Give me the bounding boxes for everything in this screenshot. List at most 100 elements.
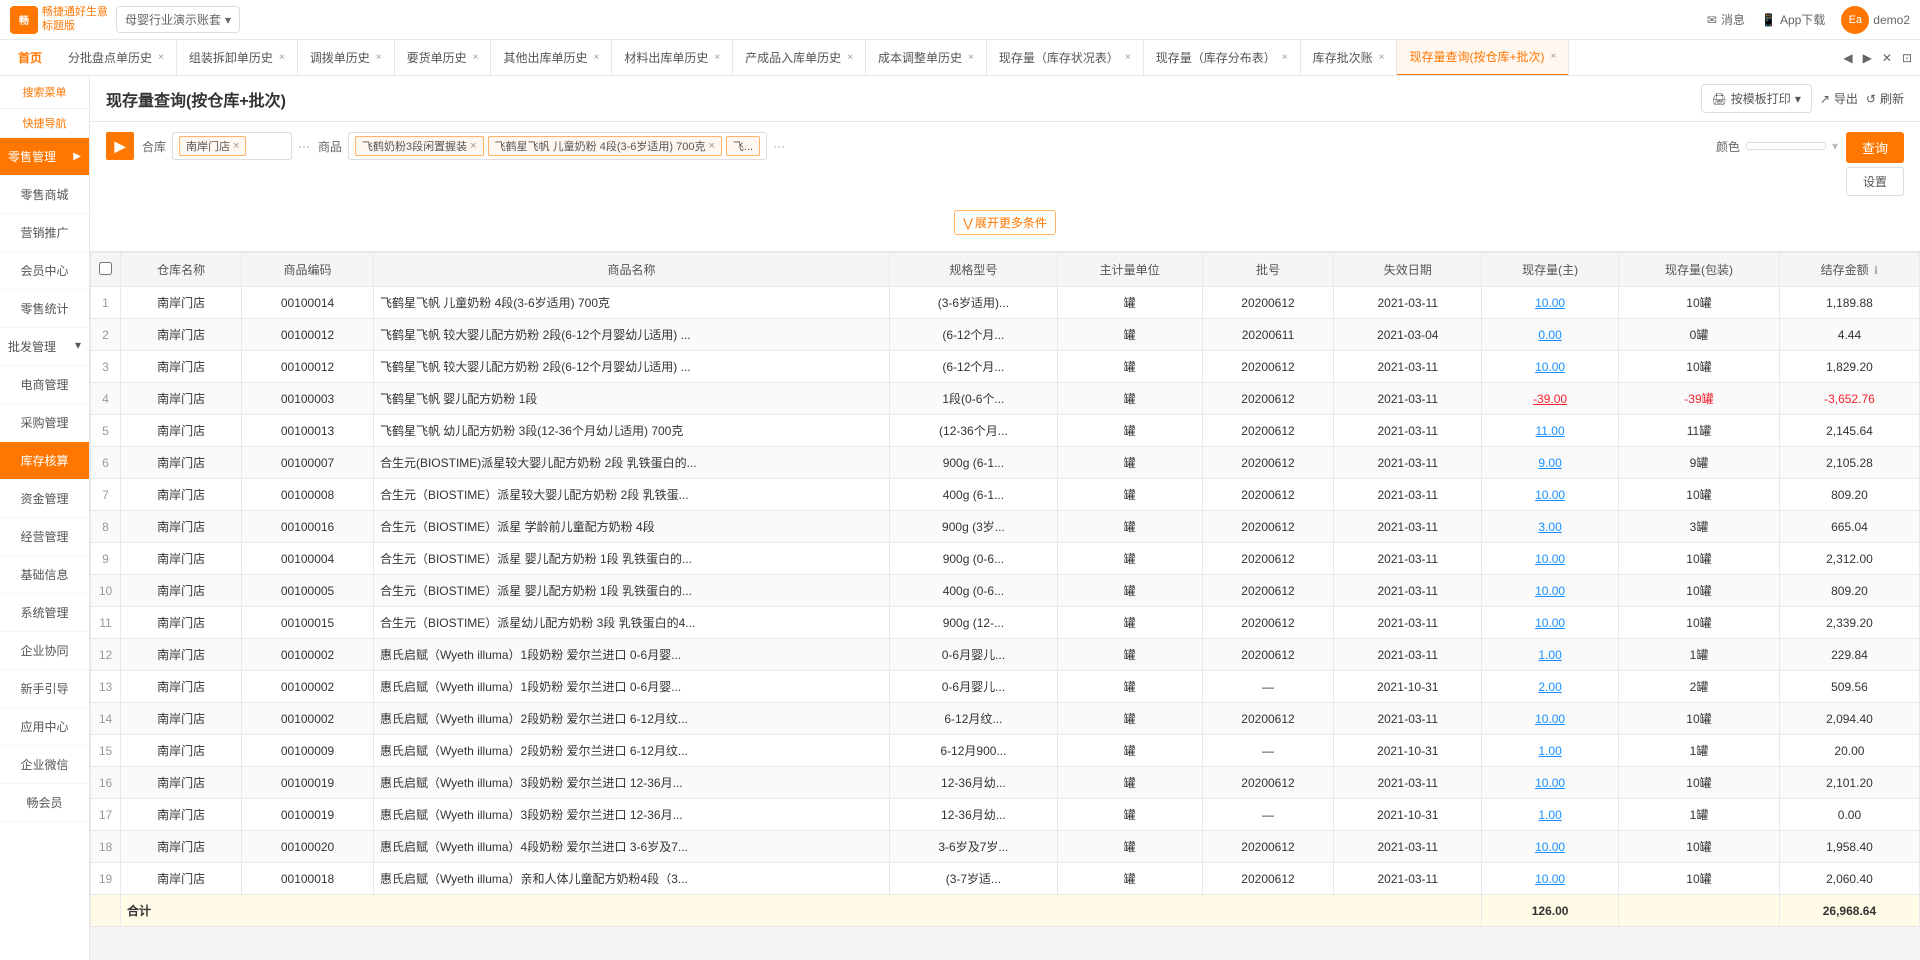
cell-qty-main[interactable]: 1.00 (1482, 799, 1619, 831)
cell-qty-main[interactable]: 10.00 (1482, 863, 1619, 895)
sidebar-item-零售商城[interactable]: 零售商城 (0, 176, 89, 214)
tab-组装拆卸[interactable]: 组装拆卸单历史 × (177, 40, 298, 76)
tab-分批盘点[interactable]: 分批盘点单历史 × (56, 40, 177, 76)
sidebar-item-资金管理[interactable]: 资金管理 (0, 480, 89, 518)
sidebar-item-零售管理[interactable]: 零售管理 ▶ (0, 138, 89, 176)
sidebar-item-基础信息[interactable]: 基础信息 (0, 556, 89, 594)
sidebar-item-企业协同[interactable]: 企业协同 (0, 632, 89, 670)
settings-button[interactable]: 设置 (1846, 167, 1904, 196)
cell-qty-main[interactable]: 10.00 (1482, 703, 1619, 735)
industry-selector[interactable]: 母婴行业演示账套 ▾ (116, 6, 240, 33)
sidebar-item-批发管理[interactable]: 批发管理 ▾ (0, 328, 89, 366)
close-icon[interactable]: × (1282, 52, 1288, 63)
expand-more-button[interactable]: ⋁ 展开更多条件 (954, 210, 1056, 235)
cell-code: 00100016 (242, 511, 374, 543)
close-icon[interactable]: × (1125, 52, 1131, 63)
tab-close-all[interactable]: ✕ (1878, 49, 1896, 67)
close-icon[interactable]: × (279, 52, 285, 63)
template-print-button[interactable]: 🖨 按模板打印 ▾ (1701, 84, 1812, 113)
tab-产成品入库[interactable]: 产成品入库单历史 × (733, 40, 866, 76)
tab-库存批次账[interactable]: 库存批次账 × (1301, 40, 1398, 76)
close-icon-active[interactable]: × (1550, 51, 1556, 62)
user-area[interactable]: Ea demo2 (1841, 6, 1910, 34)
close-icon[interactable]: × (714, 52, 720, 63)
tab-current[interactable]: 现存量查询(按仓库+批次) × (1397, 40, 1569, 76)
tab-库存状况[interactable]: 现存量（库存状况表） × (987, 40, 1144, 76)
product-tag-2-close[interactable]: × (708, 140, 714, 152)
close-icon[interactable]: × (968, 52, 974, 63)
cell-name: 飞鹤星飞帆 幼儿配方奶粉 3段(12-36个月幼儿适用) 700克 (373, 415, 889, 447)
message-button[interactable]: ✉ 消息 (1707, 11, 1745, 28)
warehouse-tag-container[interactable]: 南岸门店 × (172, 132, 292, 160)
cell-qty-main[interactable]: 10.00 (1482, 479, 1619, 511)
cell-spec: (3-6岁适用)... (890, 287, 1057, 319)
cell-qty-main[interactable]: 1.00 (1482, 735, 1619, 767)
close-icon[interactable]: × (473, 52, 479, 63)
close-icon[interactable]: × (847, 52, 853, 63)
query-button[interactable]: 查询 (1846, 132, 1904, 163)
cell-qty-pkg: 10罐 (1619, 607, 1780, 639)
product-more[interactable]: ··· (773, 139, 785, 153)
sidebar-search[interactable]: 搜索菜单 (0, 76, 89, 109)
close-icon[interactable]: × (376, 52, 382, 63)
sidebar-item-畅会员[interactable]: 畅会员 (0, 784, 89, 822)
product-tag-1-close[interactable]: × (470, 140, 476, 152)
close-icon[interactable]: × (1379, 52, 1385, 63)
close-icon[interactable]: × (593, 52, 599, 63)
filter-expand-arrow[interactable]: ▶ (106, 132, 134, 160)
sidebar-item-库存核算[interactable]: 库存核算 (0, 442, 89, 480)
sidebar-item-系统管理[interactable]: 系统管理 (0, 594, 89, 632)
sidebar-quick-nav[interactable]: 快捷导航 (0, 109, 89, 138)
cell-qty-main[interactable]: 10.00 (1482, 351, 1619, 383)
refresh-button[interactable]: ↺ 刷新 (1866, 90, 1904, 107)
tab-menu[interactable]: ⊡ (1898, 49, 1916, 67)
select-all-checkbox[interactable] (99, 262, 112, 275)
sidebar-item-应用中心[interactable]: 应用中心 (0, 708, 89, 746)
sidebar-item-电商管理[interactable]: 电商管理 (0, 366, 89, 404)
cell-qty-main[interactable]: 10.00 (1482, 287, 1619, 319)
cell-qty-main[interactable]: 1.00 (1482, 639, 1619, 671)
sidebar-item-零售统计[interactable]: 零售统计 (0, 290, 89, 328)
cell-qty-main[interactable]: 10.00 (1482, 831, 1619, 863)
cell-qty-main[interactable]: 2.00 (1482, 671, 1619, 703)
th-checkbox[interactable] (91, 253, 121, 287)
sidebar-item-经营管理[interactable]: 经营管理 (0, 518, 89, 556)
tab-next[interactable]: ▶ (1859, 49, 1876, 67)
sidebar-item-企业微信[interactable]: 企业微信 (0, 746, 89, 784)
tab-home[interactable]: 首页 (4, 40, 56, 76)
export-button[interactable]: ↗ 导出 (1820, 90, 1858, 107)
cell-qty-main[interactable]: 10.00 (1482, 543, 1619, 575)
sidebar-item-采购管理[interactable]: 采购管理 (0, 404, 89, 442)
sidebar-item-新手引导[interactable]: 新手引导 (0, 670, 89, 708)
color-tag-container[interactable] (1746, 142, 1826, 150)
tab-prev[interactable]: ◀ (1839, 49, 1856, 67)
cell-qty-main[interactable]: 10.00 (1482, 575, 1619, 607)
cell-qty-main[interactable]: 10.00 (1482, 607, 1619, 639)
cell-qty-main[interactable]: 0.00 (1482, 319, 1619, 351)
sidebar-item-营销推广[interactable]: 营销推广 (0, 214, 89, 252)
warehouse-more[interactable]: ··· (298, 139, 310, 153)
color-chevron-icon[interactable]: ▾ (1832, 139, 1838, 153)
table-row: 2南岸门店00100012飞鹤星飞帆 较大婴儿配方奶粉 2段(6-12个月婴幼儿… (91, 319, 1920, 351)
info-icon[interactable]: ℹ (1874, 265, 1878, 277)
cell-qty-main[interactable]: 11.00 (1482, 415, 1619, 447)
tab-其他出库[interactable]: 其他出库单历史 × (491, 40, 612, 76)
cell-qty-main[interactable]: -39.00 (1482, 383, 1619, 415)
cell-qty-main[interactable]: 10.00 (1482, 767, 1619, 799)
product-tag-container[interactable]: 飞鹤奶粉3段闲置握装 × 飞鹤星飞帆 儿童奶粉 4段(3-6岁适用) 700克 … (348, 132, 767, 160)
tab-调拨单[interactable]: 调拨单历史 × (298, 40, 395, 76)
app-download-button[interactable]: 📱 App下载 (1761, 11, 1825, 28)
cell-spec: 6-12月纹... (890, 703, 1057, 735)
tab-材料出库[interactable]: 材料出库单历史 × (612, 40, 733, 76)
sidebar-item-会员中心[interactable]: 会员中心 (0, 252, 89, 290)
tab-成本调整[interactable]: 成本调整单历史 × (866, 40, 987, 76)
tab-库存分布[interactable]: 现存量（库存分布表） × (1144, 40, 1301, 76)
cell-qty-main[interactable]: 3.00 (1482, 511, 1619, 543)
total-qty-pkg (1619, 895, 1780, 927)
tab-要货单[interactable]: 要货单历史 × (395, 40, 492, 76)
cell-unit: 罐 (1057, 703, 1202, 735)
close-icon[interactable]: × (158, 52, 164, 63)
cell-qty-main[interactable]: 9.00 (1482, 447, 1619, 479)
table-row: 4南岸门店00100003飞鹤星飞帆 婴儿配方奶粉 1段1段(0-6个...罐2… (91, 383, 1920, 415)
warehouse-tag-close[interactable]: × (233, 140, 239, 152)
